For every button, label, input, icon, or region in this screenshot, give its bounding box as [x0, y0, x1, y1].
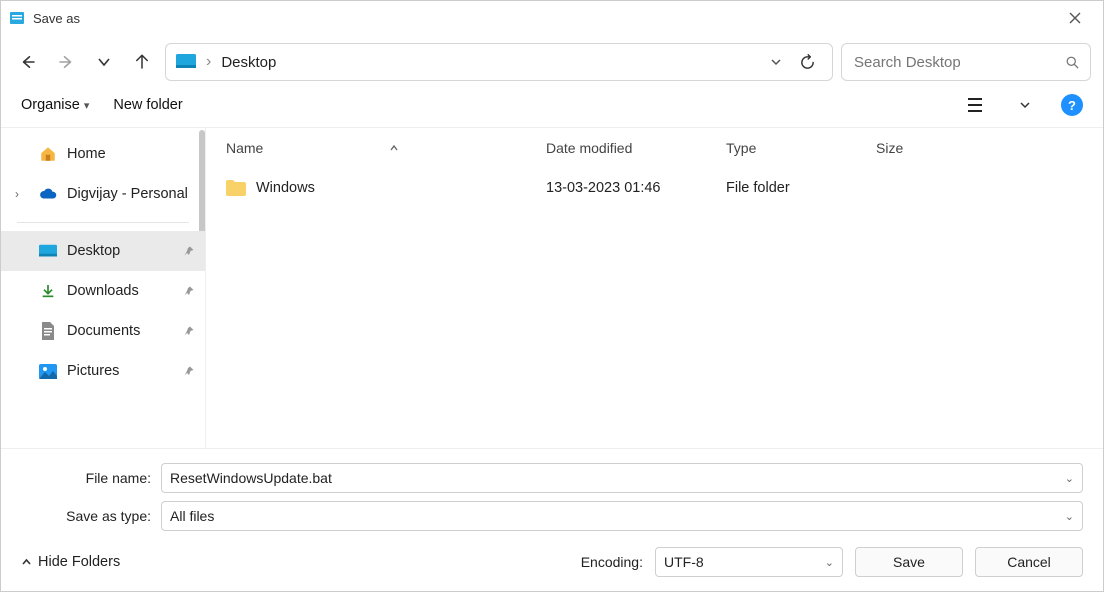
- help-button[interactable]: ?: [1061, 94, 1083, 116]
- pictures-icon: [39, 362, 57, 380]
- new-folder-button[interactable]: New folder: [113, 97, 182, 113]
- address-dropdown[interactable]: [770, 56, 782, 68]
- sort-asc-icon: [389, 143, 399, 153]
- sidebar-label: Downloads: [67, 283, 139, 299]
- view-dropdown-button[interactable]: [1013, 93, 1037, 117]
- close-icon: [1069, 12, 1081, 24]
- sidebar-label: Home: [67, 146, 106, 162]
- file-date: 13-03-2023 01:46: [546, 180, 726, 196]
- desktop-icon: [39, 242, 57, 260]
- arrow-right-icon: [57, 53, 75, 71]
- home-icon: [39, 145, 57, 163]
- save-as-dialog: Save as › Desktop: [0, 0, 1104, 592]
- organise-button[interactable]: Organise ▾: [21, 97, 89, 113]
- address-bar[interactable]: › Desktop: [165, 43, 833, 81]
- column-header-size[interactable]: Size: [876, 140, 1083, 156]
- refresh-button[interactable]: [792, 54, 822, 71]
- column-headers: Name Date modified Type Size: [226, 128, 1083, 168]
- app-icon: [9, 10, 25, 26]
- titlebar: Save as: [1, 1, 1103, 35]
- sidebar-item-home[interactable]: Home: [1, 134, 205, 174]
- filename-label: File name:: [21, 470, 151, 486]
- chevron-down-icon: ⌄: [825, 556, 834, 569]
- forward-button[interactable]: [51, 47, 81, 77]
- document-icon: [39, 322, 57, 340]
- chevron-down-icon: ⌄: [1065, 472, 1074, 485]
- pin-icon: [183, 365, 195, 377]
- column-header-type[interactable]: Type: [726, 140, 876, 156]
- back-button[interactable]: [13, 47, 43, 77]
- search-icon: [1065, 55, 1080, 70]
- encoding-label: Encoding:: [581, 554, 643, 570]
- sidebar: Home › Digvijay - Personal Desktop: [1, 128, 206, 448]
- chevron-down-icon: [770, 56, 782, 68]
- sidebar-item-onedrive[interactable]: › Digvijay - Personal: [1, 174, 205, 214]
- chevron-down-icon: [97, 55, 111, 69]
- cancel-button[interactable]: Cancel: [975, 547, 1083, 577]
- view-options-button[interactable]: [965, 93, 989, 117]
- download-icon: [39, 282, 57, 300]
- column-header-date[interactable]: Date modified: [546, 140, 726, 156]
- caret-down-icon: ▾: [84, 99, 90, 112]
- pin-icon: [183, 245, 195, 257]
- filename-value: ResetWindowsUpdate.bat: [170, 470, 332, 486]
- breadcrumb-location[interactable]: Desktop: [221, 54, 276, 71]
- savetype-label: Save as type:: [21, 508, 151, 524]
- history-button[interactable]: [89, 47, 119, 77]
- file-type: File folder: [726, 180, 876, 196]
- toolbar: Organise ▾ New folder ?: [1, 89, 1103, 127]
- sidebar-label: Desktop: [67, 243, 120, 259]
- folder-icon: [226, 180, 246, 196]
- arrow-left-icon: [19, 53, 37, 71]
- chevron-down-icon: ⌄: [1065, 510, 1074, 523]
- cloud-icon: [39, 185, 57, 203]
- sidebar-label: Pictures: [67, 363, 119, 379]
- sidebar-separator: [17, 222, 189, 223]
- hide-folders-label: Hide Folders: [38, 554, 120, 570]
- sidebar-item-pictures[interactable]: Pictures: [1, 351, 205, 391]
- file-pane: Name Date modified Type Size Windows 13-…: [206, 128, 1103, 448]
- hide-folders-button[interactable]: Hide Folders: [21, 554, 120, 570]
- sidebar-label: Digvijay - Personal: [67, 186, 188, 202]
- pin-icon: [183, 325, 195, 337]
- organise-label: Organise: [21, 97, 80, 113]
- pin-icon: [183, 285, 195, 297]
- column-header-name[interactable]: Name: [226, 140, 546, 156]
- sidebar-item-documents[interactable]: Documents: [1, 311, 205, 351]
- sidebar-label: Documents: [67, 323, 140, 339]
- list-icon: [968, 98, 986, 112]
- up-button[interactable]: [127, 47, 157, 77]
- caret-down-icon: [1020, 100, 1030, 110]
- encoding-select[interactable]: UTF-8 ⌄: [655, 547, 843, 577]
- close-button[interactable]: [1055, 1, 1095, 35]
- filename-input[interactable]: ResetWindowsUpdate.bat ⌄: [161, 463, 1083, 493]
- breadcrumb-separator: ›: [206, 53, 211, 71]
- new-folder-label: New folder: [113, 97, 182, 113]
- dialog-footer: Hide Folders Encoding: UTF-8 ⌄ Save Canc…: [1, 537, 1103, 591]
- file-row[interactable]: Windows 13-03-2023 01:46 File folder: [226, 168, 1083, 208]
- sidebar-item-desktop[interactable]: Desktop: [1, 231, 205, 271]
- main-area: Home › Digvijay - Personal Desktop: [1, 127, 1103, 449]
- encoding-value: UTF-8: [664, 554, 704, 570]
- save-form: File name: ResetWindowsUpdate.bat ⌄ Save…: [1, 449, 1103, 537]
- sidebar-item-downloads[interactable]: Downloads: [1, 271, 205, 311]
- desktop-icon: [176, 54, 196, 70]
- refresh-icon: [799, 54, 816, 71]
- chevron-up-icon: [21, 557, 32, 568]
- search-input[interactable]: [852, 53, 1065, 72]
- navigation-row: › Desktop: [1, 35, 1103, 89]
- savetype-value: All files: [170, 508, 214, 524]
- savetype-select[interactable]: All files ⌄: [161, 501, 1083, 531]
- chevron-right-icon: ›: [15, 187, 19, 201]
- window-title: Save as: [33, 11, 80, 26]
- arrow-up-icon: [133, 53, 151, 71]
- file-name: Windows: [256, 180, 315, 196]
- save-button[interactable]: Save: [855, 547, 963, 577]
- search-box[interactable]: [841, 43, 1091, 81]
